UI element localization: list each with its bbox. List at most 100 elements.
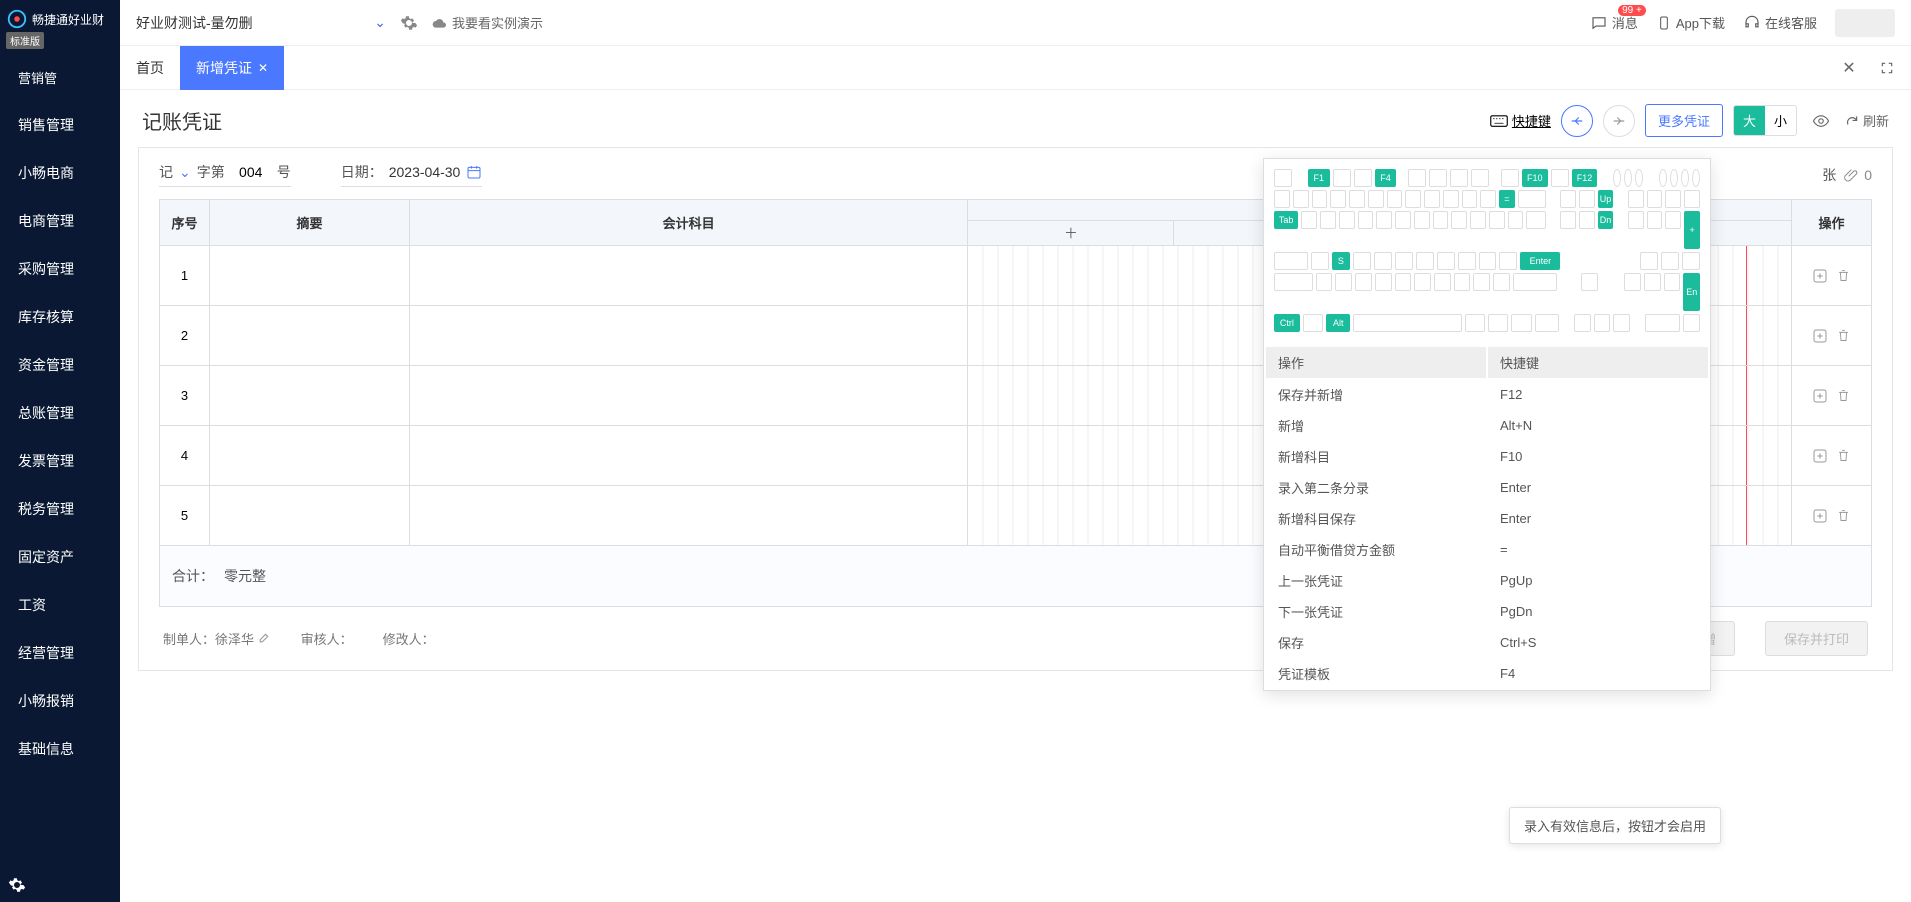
sidebar-item-4[interactable]: 采购管理: [0, 245, 120, 293]
next-voucher-button[interactable]: [1603, 105, 1635, 137]
cell-seq: 1: [160, 246, 210, 306]
cell-summary[interactable]: [210, 306, 410, 366]
voucher-date-field[interactable]: 日期： 2023-04-30: [341, 162, 483, 187]
hotkey-row: 录入第二条分录Enter: [1266, 473, 1708, 502]
delete-row-icon[interactable]: [1836, 448, 1851, 463]
add-row-icon[interactable]: [1812, 268, 1828, 284]
add-row-icon[interactable]: [1812, 388, 1828, 404]
tab-home[interactable]: 首页: [120, 46, 180, 90]
gear-icon: [8, 876, 26, 894]
th-action: 操作: [1792, 200, 1872, 246]
avatar[interactable]: [1835, 9, 1895, 37]
sidebar-item-14[interactable]: 基础信息: [0, 725, 120, 773]
delete-row-icon[interactable]: [1836, 388, 1851, 403]
hotkey-row: 新增Alt+N: [1266, 411, 1708, 440]
hotkey-row: 自动平衡借贷方金额=: [1266, 535, 1708, 564]
edition-badge: 标准版: [6, 32, 44, 49]
logo-area: 畅捷通好业财 标准版: [0, 0, 120, 58]
sidebar-item-1[interactable]: 销售管理: [0, 101, 120, 149]
add-row-icon[interactable]: [1812, 508, 1828, 524]
sidebar-item-5[interactable]: 库存核算: [0, 293, 120, 341]
refresh-button[interactable]: 刷新: [1845, 111, 1889, 130]
cell-account[interactable]: [410, 426, 968, 486]
sidebar-item-7[interactable]: 总账管理: [0, 389, 120, 437]
cell-summary[interactable]: [210, 486, 410, 546]
sidebar-item-2[interactable]: 小畅电商: [0, 149, 120, 197]
size-small[interactable]: 小: [1765, 106, 1796, 135]
sidebar-item-6[interactable]: 资金管理: [0, 341, 120, 389]
view-button[interactable]: [1807, 107, 1835, 135]
delete-row-icon[interactable]: [1836, 328, 1851, 343]
tabs-row: 首页 新增凭证 ✕ ✕: [120, 46, 1911, 90]
th-account: 会计科目: [410, 200, 968, 246]
headset-icon: [1743, 14, 1761, 32]
sidebar-item-11[interactable]: 工资: [0, 581, 120, 629]
cell-account[interactable]: [410, 246, 968, 306]
cell-summary[interactable]: [210, 246, 410, 306]
cell-summary[interactable]: [210, 366, 410, 426]
topbar: 好业财测试-量勿删 ⌄ 我要看实例演示 消息 99 + App下载: [120, 0, 1911, 46]
cell-actions: [1792, 366, 1872, 426]
sidebar-item-0[interactable]: 营销管: [0, 58, 120, 101]
attachment-icon[interactable]: [1842, 167, 1858, 183]
totals-label: 合计：: [172, 566, 214, 586]
sidebar-item-10[interactable]: 固定资产: [0, 533, 120, 581]
edit-icon[interactable]: [258, 632, 271, 647]
company-name: 好业财测试-量勿删: [136, 13, 253, 33]
voucher-word-field[interactable]: 记 ⌄ 字第 号: [159, 162, 291, 187]
close-icon[interactable]: ✕: [258, 61, 268, 75]
sidebar-item-3[interactable]: 电商管理: [0, 197, 120, 245]
cell-actions: [1792, 246, 1872, 306]
page-title: 记账凭证: [142, 106, 222, 135]
cell-seq: 3: [160, 366, 210, 426]
keyboard-icon: [1490, 114, 1508, 128]
save-disabled-tooltip: 录入有效信息后，按钮才会启用: [1509, 807, 1721, 844]
hotkey-row: 保存Ctrl+S: [1266, 628, 1708, 657]
voucher-number-input[interactable]: [231, 164, 271, 180]
message-badge: 99 +: [1618, 5, 1646, 16]
th-summary: 摘要: [210, 200, 410, 246]
sidebar-settings[interactable]: [0, 868, 120, 902]
hotkey-table: 操作 快捷键 保存并新增F12新增Alt+N新增科目F10录入第二条分录Ente…: [1264, 345, 1710, 690]
cell-actions: [1792, 306, 1872, 366]
refresh-icon: [1845, 114, 1859, 128]
sidebar-item-9[interactable]: 税务管理: [0, 485, 120, 533]
delete-row-icon[interactable]: [1836, 268, 1851, 283]
delete-row-icon[interactable]: [1836, 508, 1851, 523]
hotkey-row: 保存并新增F12: [1266, 380, 1708, 409]
size-toggle: 大 小: [1733, 105, 1797, 136]
hotkey-row: 上一张凭证PgUp: [1266, 566, 1708, 595]
arrow-left-icon: [1570, 114, 1584, 128]
messages-button[interactable]: 消息 99 +: [1590, 13, 1638, 32]
more-vouchers-button[interactable]: 更多凭证: [1645, 104, 1723, 137]
fullscreen-button[interactable]: [1873, 54, 1901, 82]
company-select[interactable]: 好业财测试-量勿删 ⌄: [136, 13, 386, 33]
brand-name: 畅捷通好业财: [32, 11, 104, 28]
tab-new-voucher[interactable]: 新增凭证 ✕: [180, 46, 284, 90]
prev-voucher-button[interactable]: [1561, 105, 1593, 137]
sidebar-item-8[interactable]: 发票管理: [0, 437, 120, 485]
customer-service-button[interactable]: 在线客服: [1743, 13, 1817, 32]
message-icon: [1590, 14, 1608, 32]
demo-link[interactable]: 我要看实例演示: [432, 13, 543, 32]
th-seq: 序号: [160, 200, 210, 246]
cell-account[interactable]: [410, 306, 968, 366]
cell-account[interactable]: [410, 366, 968, 426]
settings-button[interactable]: [400, 14, 418, 32]
expand-icon: [1880, 61, 1894, 75]
add-row-icon[interactable]: [1812, 328, 1828, 344]
cell-account[interactable]: [410, 486, 968, 546]
tab-close-button[interactable]: ✕: [1835, 54, 1863, 82]
cell-summary[interactable]: [210, 426, 410, 486]
chevron-down-icon: ⌄: [374, 14, 386, 31]
add-row-icon[interactable]: [1812, 448, 1828, 464]
sidebar-item-12[interactable]: 经营管理: [0, 629, 120, 677]
attach-count: 0: [1864, 167, 1872, 183]
sidebar-item-13[interactable]: 小畅报销: [0, 677, 120, 725]
brand-logo-icon: [6, 8, 28, 30]
calendar-icon[interactable]: [466, 164, 482, 180]
totals-text: 零元整: [224, 566, 266, 586]
hotkey-button[interactable]: 快捷键: [1490, 111, 1551, 130]
download-button[interactable]: App下载: [1656, 13, 1725, 32]
size-big[interactable]: 大: [1734, 106, 1765, 135]
